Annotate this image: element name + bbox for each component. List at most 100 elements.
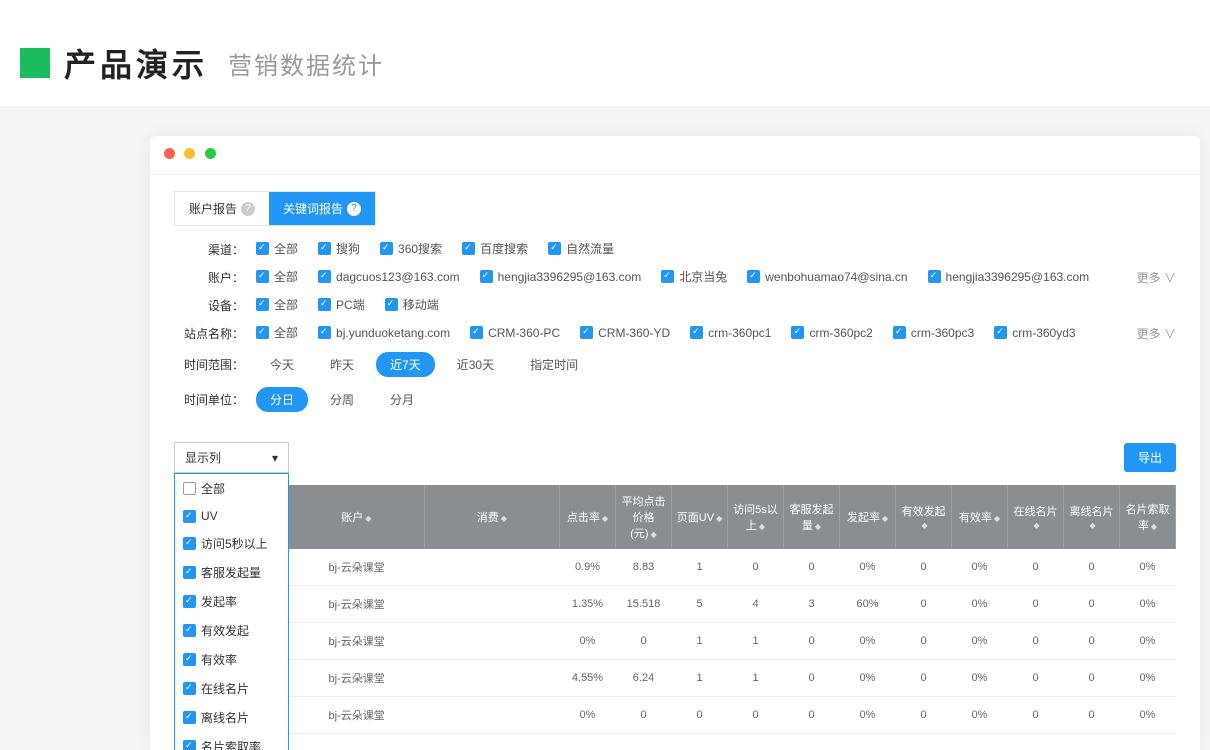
- filter-option[interactable]: 自然流量: [548, 240, 614, 257]
- checkbox-icon: [747, 270, 760, 283]
- filter-option[interactable]: 360搜索: [380, 240, 442, 257]
- filter-option[interactable]: PC端: [318, 296, 365, 313]
- filter-option[interactable]: 全部: [256, 240, 298, 257]
- time-pill[interactable]: 分日: [256, 387, 308, 412]
- column-header[interactable]: 离线名片◆: [1064, 485, 1120, 549]
- column-option-label: 有效发起: [201, 622, 249, 639]
- column-header[interactable]: 发起率◆: [840, 485, 896, 549]
- time-pill[interactable]: 近30天: [443, 352, 508, 377]
- column-option-label: 离线名片: [201, 709, 249, 726]
- tab-account-report[interactable]: 账户报告 ?: [175, 192, 269, 225]
- option-label: 全部: [274, 268, 298, 285]
- cell: 0: [896, 660, 952, 697]
- option-label: crm-360yd3: [1012, 326, 1075, 340]
- cell: 0: [784, 549, 840, 586]
- filter-option[interactable]: hengjia3396295@163.com: [928, 270, 1090, 284]
- column-option[interactable]: 全部: [175, 474, 288, 503]
- filter-option[interactable]: 北京当兔: [661, 268, 727, 285]
- filter-option[interactable]: CRM-360-YD: [580, 326, 670, 340]
- column-header[interactable]: 在线名片◆: [1008, 485, 1064, 549]
- filter-options: 全部 bj.yunduoketang.com CRM-360-PC CRM-360-Y…: [256, 324, 1096, 342]
- cell: 1: [672, 660, 728, 697]
- page-title-main: 产品演示: [64, 40, 208, 86]
- column-header[interactable]: 有效发起◆: [896, 485, 952, 549]
- time-pill[interactable]: 昨天: [316, 352, 368, 377]
- filter-option[interactable]: 全部: [256, 268, 298, 285]
- filter-option[interactable]: hengjia3396295@163.com: [480, 270, 642, 284]
- column-option-label: 发起率: [201, 593, 237, 610]
- checkbox-icon: [893, 326, 906, 339]
- filter-option[interactable]: 移动端: [385, 296, 439, 313]
- time-pill[interactable]: 指定时间: [516, 352, 592, 377]
- column-header[interactable]: 名片索取率◆: [1120, 485, 1176, 549]
- column-header[interactable]: 账户◆: [289, 485, 424, 549]
- column-option[interactable]: 名片索取率: [175, 732, 288, 750]
- filter-option[interactable]: CRM-360-PC: [470, 326, 560, 340]
- time-pill[interactable]: 近7天: [376, 352, 435, 377]
- filter-option[interactable]: 百度搜索: [462, 240, 528, 257]
- cell-account: bj-云朵课堂: [289, 623, 424, 660]
- close-icon[interactable]: [164, 148, 175, 159]
- column-option[interactable]: 在线名片: [175, 674, 288, 703]
- column-option[interactable]: 发起率: [175, 587, 288, 616]
- checkbox-icon: [548, 242, 561, 255]
- column-option[interactable]: 有效发起: [175, 616, 288, 645]
- cell: 8.83: [616, 549, 672, 586]
- column-select[interactable]: 显示列 ▾: [174, 442, 289, 473]
- more-toggle[interactable]: 更多 ∨: [1137, 325, 1176, 342]
- report-tabs: 账户报告 ? 关键词报告 ?: [174, 191, 376, 226]
- export-button[interactable]: 导出: [1124, 443, 1176, 472]
- cell: 0: [1008, 660, 1064, 697]
- help-icon[interactable]: ?: [347, 202, 361, 216]
- cell: 15.518: [616, 586, 672, 623]
- tab-keyword-report[interactable]: 关键词报告 ?: [269, 192, 375, 225]
- filter-option[interactable]: 全部: [256, 296, 298, 313]
- cell: 0.9%: [560, 549, 616, 586]
- filter-option[interactable]: 全部: [256, 324, 298, 341]
- filter-pills: 分日分周分月: [256, 387, 436, 412]
- column-option[interactable]: 有效率: [175, 645, 288, 674]
- column-option[interactable]: 访问5秒以上: [175, 529, 288, 558]
- minimize-icon[interactable]: [184, 148, 195, 159]
- filter-option[interactable]: crm-360pc3: [893, 326, 974, 340]
- column-header[interactable]: 点击率◆: [560, 485, 616, 549]
- option-label: 全部: [274, 324, 298, 341]
- filter-label: 渠道：: [174, 241, 244, 258]
- column-header[interactable]: 访问5s以上◆: [728, 485, 784, 549]
- checkbox-icon: [462, 242, 475, 255]
- filter-option[interactable]: crm-360yd3: [994, 326, 1075, 340]
- cell: 0%: [952, 697, 1008, 734]
- column-option-label: 在线名片: [201, 680, 249, 697]
- time-pill[interactable]: 今天: [256, 352, 308, 377]
- page-header: 产品演示 营销数据统计: [0, 0, 1210, 106]
- more-toggle[interactable]: 更多 ∨: [1137, 269, 1176, 286]
- column-header[interactable]: 页面UV◆: [672, 485, 728, 549]
- time-pill[interactable]: 分月: [376, 387, 428, 412]
- column-header[interactable]: 消费◆: [424, 485, 559, 549]
- sort-icon: ◆: [1089, 521, 1095, 530]
- filter-option[interactable]: crm-360pc1: [690, 326, 771, 340]
- filter-option[interactable]: wenbohuamao74@sina.cn: [747, 270, 907, 284]
- filter-option[interactable]: crm-360pc2: [791, 326, 872, 340]
- column-option-label: 客服发起量: [201, 564, 261, 581]
- column-option[interactable]: 离线名片: [175, 703, 288, 732]
- filter-option[interactable]: bj.yunduoketang.com: [318, 326, 450, 340]
- column-header[interactable]: 有效率◆: [952, 485, 1008, 549]
- checkbox-icon: [256, 242, 269, 255]
- maximize-icon[interactable]: [205, 148, 216, 159]
- option-label: 移动端: [403, 296, 439, 313]
- column-header[interactable]: 客服发起量◆: [784, 485, 840, 549]
- column-header[interactable]: 平均点击价格(元)◆: [616, 485, 672, 549]
- cell: 0%: [1120, 549, 1176, 586]
- help-icon[interactable]: ?: [241, 202, 255, 216]
- data-table: 账户◆消费◆点击率◆平均点击价格(元)◆页面UV◆访问5s以上◆客服发起量◆发起…: [289, 485, 1176, 734]
- filter-option[interactable]: dagcuos123@163.com: [318, 270, 460, 284]
- caret-down-icon: ▾: [272, 451, 278, 465]
- column-option[interactable]: 客服发起量: [175, 558, 288, 587]
- checkbox-icon: [318, 326, 331, 339]
- option-label: 全部: [274, 240, 298, 257]
- column-option[interactable]: UV: [175, 503, 288, 529]
- cell: 0%: [560, 623, 616, 660]
- time-pill[interactable]: 分周: [316, 387, 368, 412]
- filter-option[interactable]: 搜狗: [318, 240, 360, 257]
